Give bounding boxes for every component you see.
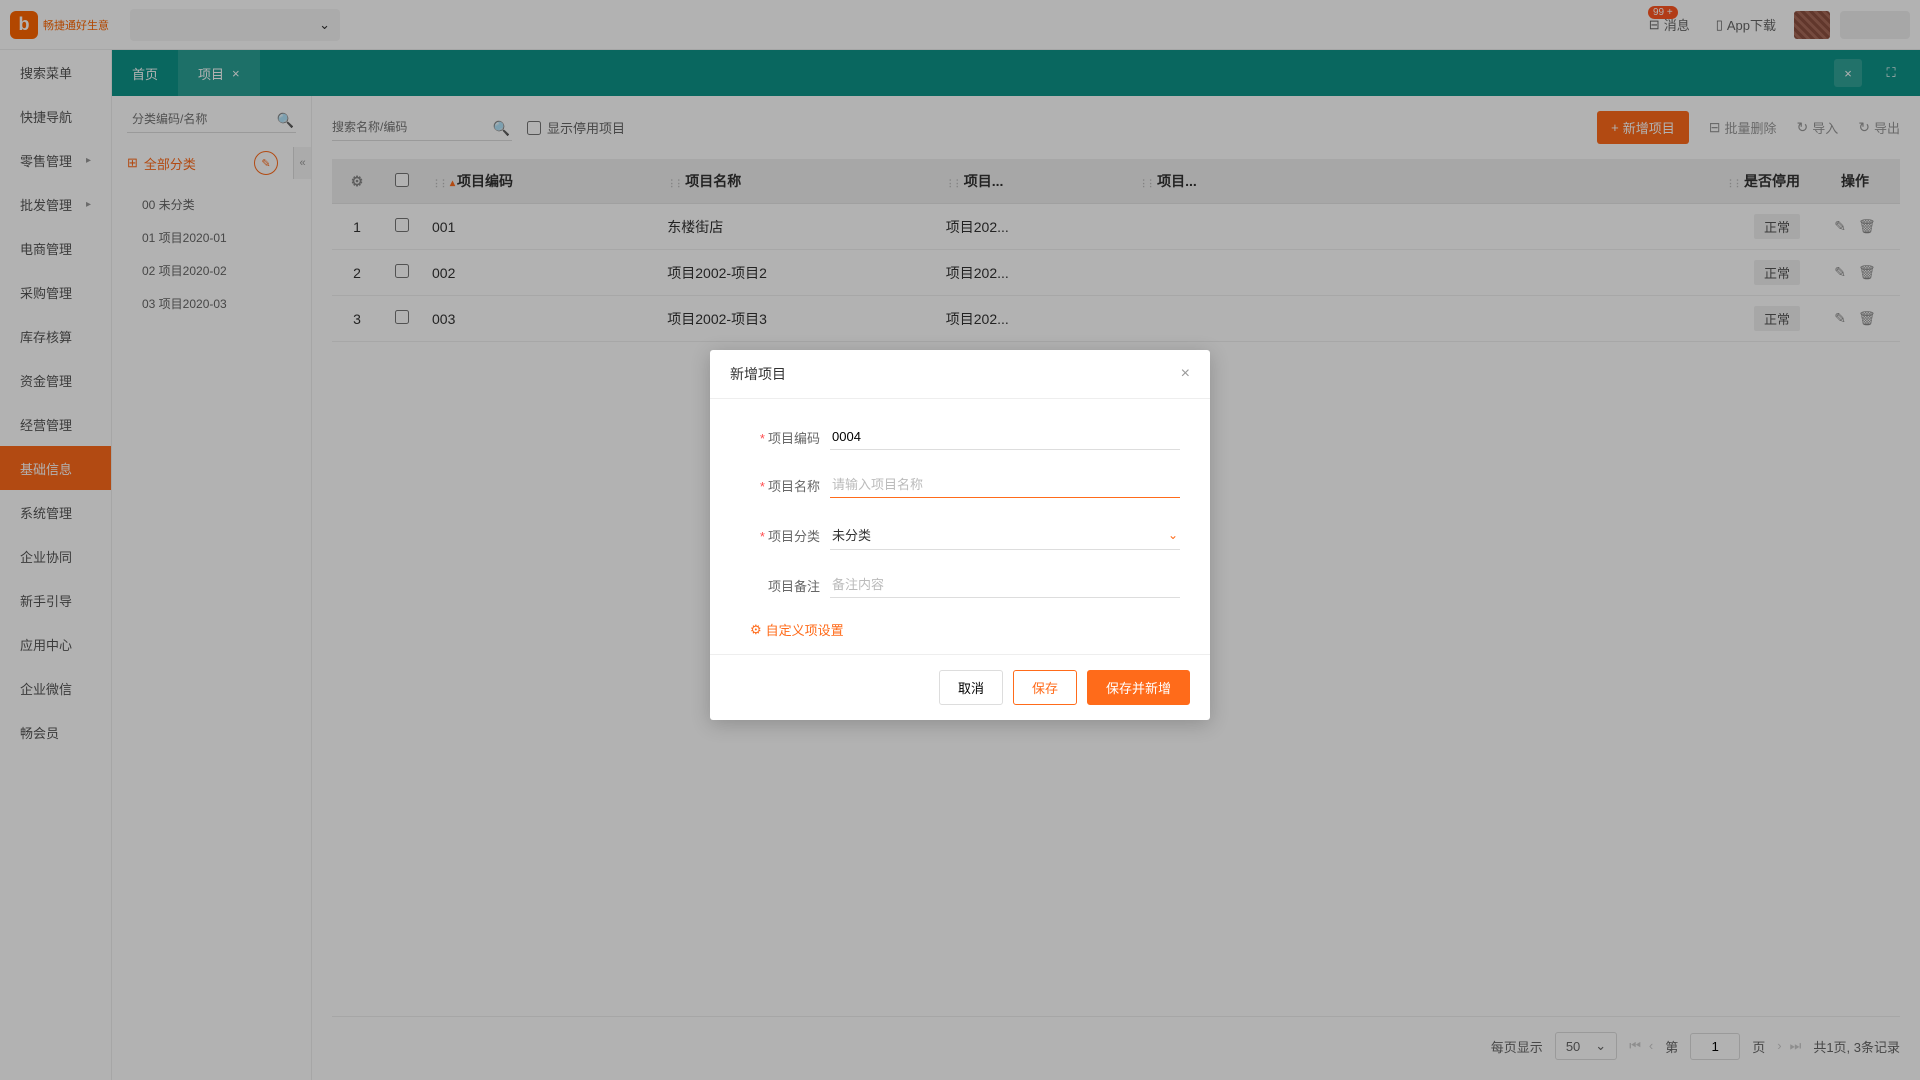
chevron-down-icon: ⌄ [1168, 528, 1178, 542]
name-label: 项目名称 [768, 479, 820, 494]
project-category-select[interactable]: 未分类 ⌄ [830, 520, 1180, 550]
modal-header: 新增项目 × [710, 350, 1210, 399]
remark-label: 项目备注 [768, 579, 820, 594]
project-code-input[interactable] [830, 424, 1180, 450]
modal-title: 新增项目 [730, 364, 786, 384]
save-button[interactable]: 保存 [1013, 670, 1077, 705]
save-add-button[interactable]: 保存并新增 [1087, 670, 1190, 705]
custom-settings-link[interactable]: ⚙ 自定义项设置 [750, 620, 1180, 639]
cancel-button[interactable]: 取消 [939, 670, 1003, 705]
gear-icon: ⚙ [750, 622, 762, 638]
modal-close-button[interactable]: × [1181, 365, 1190, 383]
project-name-input[interactable] [830, 472, 1180, 498]
add-project-modal: 新增项目 × *项目编码 *项目名称 *项目分类 未分类 ⌄ 项目备注 [710, 350, 1210, 720]
code-label: 项目编码 [768, 431, 820, 446]
project-remark-input[interactable] [830, 572, 1180, 598]
category-label: 项目分类 [768, 529, 820, 544]
modal-overlay: 新增项目 × *项目编码 *项目名称 *项目分类 未分类 ⌄ 项目备注 [0, 0, 1920, 1080]
